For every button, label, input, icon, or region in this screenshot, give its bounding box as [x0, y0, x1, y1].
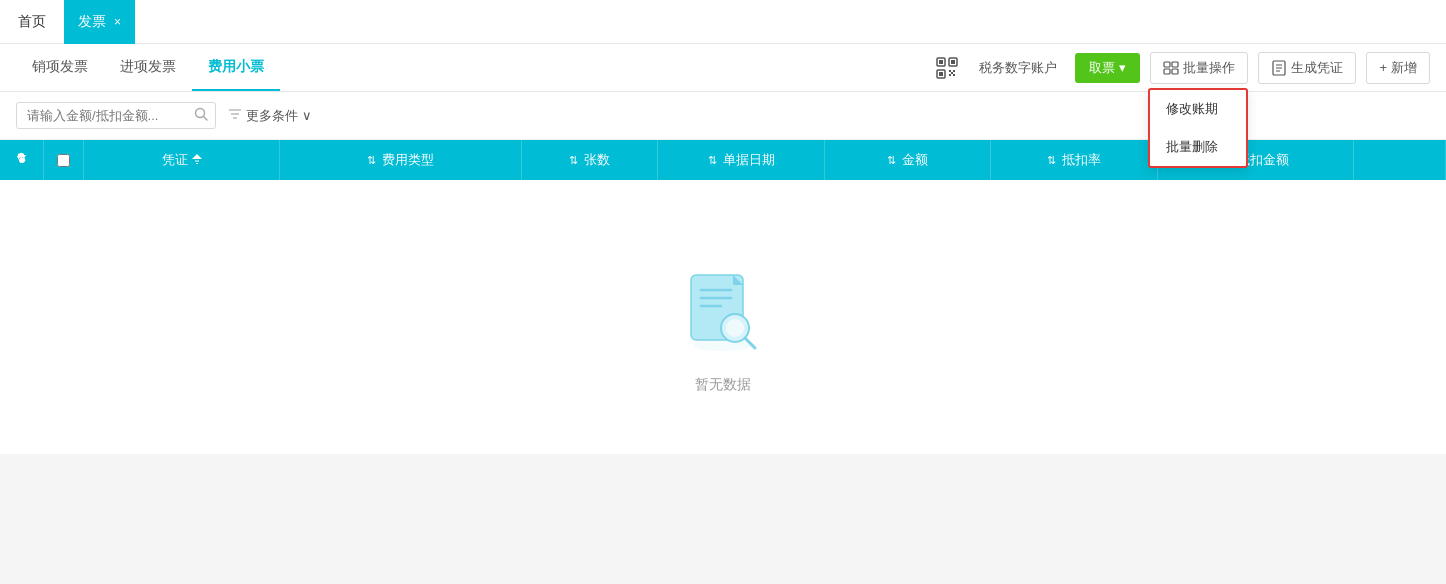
- th-checkbox[interactable]: [44, 140, 84, 180]
- th-voucher: 凭证: [84, 140, 280, 180]
- svg-marker-25: [192, 154, 202, 159]
- take-invoice-chevron: ▾: [1119, 60, 1126, 75]
- svg-rect-1: [939, 60, 943, 64]
- svg-rect-9: [953, 74, 955, 76]
- sort-icon-count[interactable]: ⇅: [569, 154, 578, 167]
- dropdown-item-batch-delete[interactable]: 批量删除: [1150, 128, 1246, 166]
- sort-icon-amount[interactable]: ⇅: [887, 154, 896, 167]
- search-wrap: [16, 102, 216, 129]
- more-conditions-chevron: ∨: [302, 108, 312, 123]
- tab-purchase-invoice[interactable]: 进项发票: [104, 44, 192, 91]
- svg-line-20: [204, 117, 208, 121]
- sort-icon[interactable]: ⇅: [367, 154, 376, 167]
- select-all-checkbox[interactable]: [57, 154, 70, 167]
- gear-icon: [14, 152, 30, 168]
- batch-ops-container: 批量操作 修改账期 批量删除: [1150, 52, 1248, 84]
- top-nav: 首页 发票 ×: [0, 0, 1446, 44]
- svg-rect-5: [939, 72, 943, 76]
- new-label: 新增: [1391, 59, 1417, 77]
- take-invoice-button[interactable]: 取票 ▾: [1075, 53, 1140, 83]
- svg-rect-3: [951, 60, 955, 64]
- th-amount: ⇅ 金额: [825, 140, 992, 180]
- svg-rect-12: [1172, 62, 1178, 67]
- filter-icon: [228, 107, 242, 124]
- svg-rect-11: [1164, 62, 1170, 67]
- dropdown-item-modify-period[interactable]: 修改账期: [1150, 90, 1246, 128]
- voucher-icon: [1271, 60, 1287, 76]
- svg-point-35: [726, 319, 744, 337]
- voucher-filter-icon[interactable]: [192, 154, 202, 166]
- svg-point-28: [693, 339, 753, 351]
- invoice-tab-close[interactable]: ×: [114, 15, 121, 29]
- new-icon: +: [1379, 60, 1387, 75]
- batch-ops-icon: [1163, 60, 1179, 76]
- tab-expense-receipt[interactable]: 费用小票: [192, 44, 280, 91]
- th-gear[interactable]: [0, 140, 44, 180]
- take-invoice-label: 取票: [1089, 59, 1115, 77]
- empty-icon: [673, 260, 773, 360]
- svg-rect-8: [949, 74, 951, 76]
- generate-voucher-button[interactable]: 生成凭证: [1258, 52, 1356, 84]
- search-input[interactable]: [16, 102, 216, 129]
- th-count: ⇅ 张数: [522, 140, 659, 180]
- toolbar: 税务数字账户 取票 ▾ 批量操作 修改账期: [933, 52, 1430, 84]
- th-extra: [1354, 140, 1446, 180]
- qr-code-button[interactable]: [933, 54, 961, 82]
- th-deduct-rate: ⇅ 抵扣率: [991, 140, 1158, 180]
- batch-ops-dropdown: 修改账期 批量删除: [1148, 88, 1248, 168]
- tab-sales-invoice[interactable]: 销项发票: [16, 44, 104, 91]
- th-date: ⇅ 单据日期: [658, 140, 825, 180]
- generate-voucher-label: 生成凭证: [1291, 59, 1343, 77]
- main-content: 销项发票 进项发票 费用小票: [0, 44, 1446, 454]
- svg-rect-7: [953, 70, 955, 72]
- empty-state: 暂无数据: [0, 180, 1446, 454]
- invoice-tab[interactable]: 发票 ×: [64, 0, 135, 44]
- sort-icon-deduct-rate[interactable]: ⇅: [1047, 154, 1056, 167]
- th-expense-type: ⇅ 费用类型: [280, 140, 521, 180]
- svg-rect-10: [951, 72, 953, 74]
- invoice-tab-label: 发票: [78, 13, 106, 31]
- sub-tabs-left: 销项发票 进项发票 费用小票: [16, 44, 280, 91]
- svg-rect-13: [1164, 69, 1170, 74]
- search-icon[interactable]: [194, 107, 208, 124]
- sub-tabs-bar: 销项发票 进项发票 费用小票: [0, 44, 1446, 92]
- svg-rect-14: [1172, 69, 1178, 74]
- svg-rect-6: [949, 70, 951, 72]
- tax-digital-button[interactable]: 税务数字账户: [971, 59, 1065, 77]
- batch-ops-label: 批量操作: [1183, 59, 1235, 77]
- home-tab[interactable]: 首页: [0, 0, 64, 44]
- sort-icon-date[interactable]: ⇅: [708, 154, 717, 167]
- more-conditions-label: 更多条件: [246, 107, 298, 125]
- more-conditions-button[interactable]: 更多条件 ∨: [228, 107, 312, 125]
- batch-ops-button[interactable]: 批量操作: [1150, 52, 1248, 84]
- empty-text: 暂无数据: [695, 376, 751, 394]
- new-button[interactable]: + 新增: [1366, 52, 1430, 84]
